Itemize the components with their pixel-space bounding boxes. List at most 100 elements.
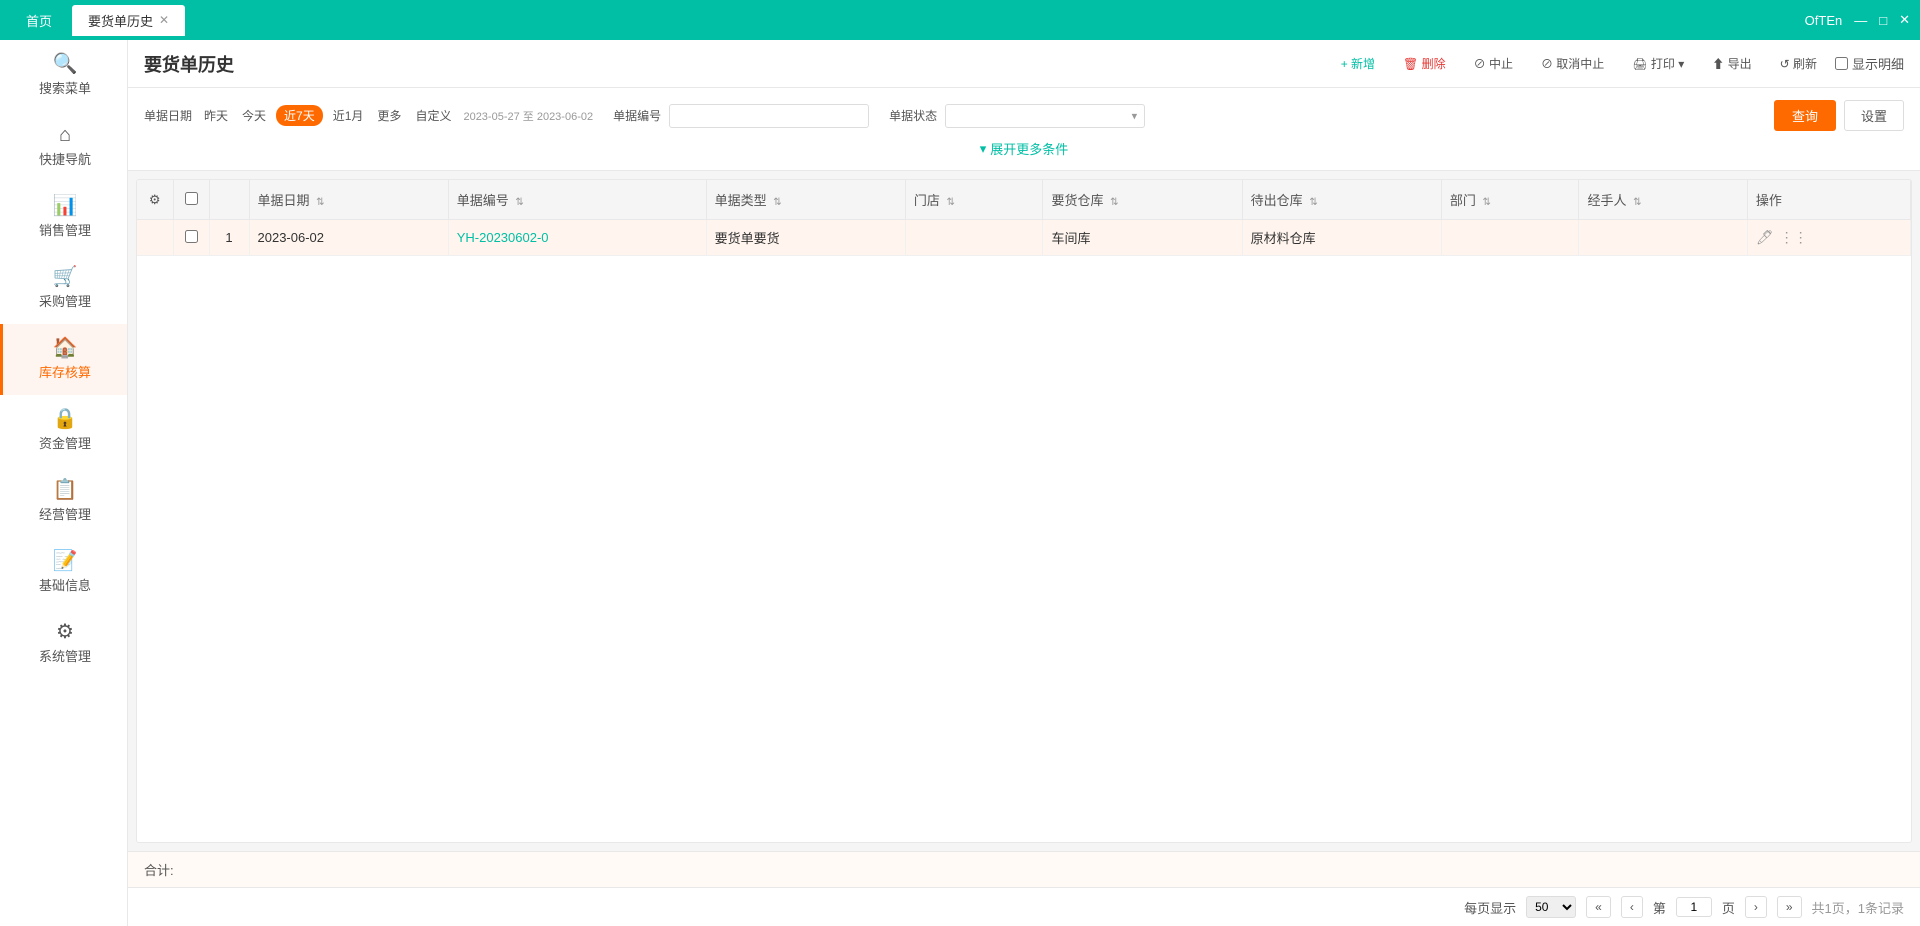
print-button[interactable]: 🖨 打印 ▾: [1622, 50, 1694, 77]
expand-more-label: 展开更多条件: [990, 139, 1068, 158]
tab-order-history[interactable]: 要货单历史 ✕: [72, 5, 185, 36]
header-actions: + 新增 🗑 删除 ⊘ 中止 ⊘ 取消中止 🖨 打印 ▾ ⬆ 导出 ↺ 刷新 显…: [1331, 50, 1904, 77]
tab-home[interactable]: 首页: [10, 5, 68, 36]
sales-mgmt-icon: 📊: [53, 196, 78, 216]
row-order-no: YH-20230602-0: [448, 220, 706, 256]
pagination-bar: 每页显示 10 20 50 100 « ‹ 第 1 页 › » 共1页，1条记录: [128, 887, 1920, 926]
last-page-btn[interactable]: »: [1777, 896, 1802, 918]
sidebar-item-quick-nav[interactable]: ⌂ 快捷导航: [0, 111, 127, 182]
expand-more-btn[interactable]: ▾ 展开更多条件: [144, 139, 1904, 158]
row-edit-icon[interactable]: 🖊: [1756, 229, 1774, 246]
date-opt-custom[interactable]: 自定义: [411, 105, 455, 126]
col-handler[interactable]: 经手人 ⇅: [1579, 180, 1747, 220]
row-more-icon[interactable]: ⋮⋮: [1780, 229, 1808, 246]
sidebar-item-search-menu[interactable]: 🔍 搜索菜单: [0, 40, 127, 111]
page-header: 要货单历史 + 新增 🗑 删除 ⊘ 中止 ⊘ 取消中止 🖨 打印 ▾ ⬆ 导出 …: [128, 40, 1920, 88]
sidebar-item-finance-mgmt[interactable]: 🔒 资金管理: [0, 395, 127, 466]
sidebar-item-sales-mgmt[interactable]: 📊 销售管理: [0, 182, 127, 253]
top-bar: 首页 要货单历史 ✕ OfTEn — □ ✕: [0, 0, 1920, 40]
filter-row-1: 单据日期 昨天 今天 近7天 近1月 更多 自定义 2023-05-27 至 2…: [144, 100, 1904, 131]
sidebar-item-ops-mgmt[interactable]: 📋 经营管理: [0, 466, 127, 537]
col-store-label: 门店: [914, 193, 940, 208]
row-settings: [137, 220, 173, 256]
row-dept: [1441, 220, 1579, 256]
row-num: 1: [209, 220, 249, 256]
date-range-display: 2023-05-27 至 2023-06-02: [463, 108, 593, 124]
display-detail-checkbox[interactable]: [1835, 57, 1848, 70]
col-dept[interactable]: 部门 ⇅: [1441, 180, 1579, 220]
col-req-warehouse[interactable]: 要货仓库 ⇅: [1043, 180, 1242, 220]
col-req-warehouse-label: 要货仓库: [1051, 193, 1103, 208]
date-opt-last1month[interactable]: 近1月: [329, 105, 368, 126]
export-button[interactable]: ⬆ 导出: [1702, 50, 1761, 77]
quick-nav-icon: ⌂: [59, 125, 71, 145]
col-pending-warehouse[interactable]: 待出仓库 ⇅: [1242, 180, 1441, 220]
date-opt-last7days[interactable]: 近7天: [276, 105, 323, 126]
top-bar-right: OfTEn — □ ✕: [1805, 12, 1910, 28]
table-row: 1 2023-06-02 YH-20230602-0 要货单要货 车间库 原材料…: [137, 220, 1911, 256]
row-req-warehouse: 车间库: [1043, 220, 1242, 256]
col-req-warehouse-sort-icon: ⇅: [1110, 197, 1118, 208]
col-date[interactable]: 单据日期 ⇅: [249, 180, 448, 220]
col-order-no[interactable]: 单据编号 ⇅: [448, 180, 706, 220]
refresh-button[interactable]: ↺ 刷新: [1770, 50, 1827, 77]
new-button[interactable]: + 新增: [1331, 50, 1385, 77]
date-opt-today[interactable]: 今天: [238, 105, 270, 126]
order-no-label: 单据编号: [613, 107, 661, 124]
order-no-link[interactable]: YH-20230602-0: [457, 230, 549, 245]
page-size-label: 每页显示: [1464, 898, 1516, 917]
delete-button[interactable]: 🗑 删除: [1393, 50, 1456, 77]
sidebar-item-basic-info[interactable]: 📝 基础信息: [0, 537, 127, 608]
status-label: 单据状态: [889, 107, 937, 124]
sidebar-item-ops-mgmt-label: 经营管理: [39, 504, 91, 523]
sidebar-item-quick-nav-label: 快捷导航: [39, 149, 91, 168]
brand-label: OfTEn: [1805, 13, 1843, 28]
query-button[interactable]: 查询: [1774, 100, 1836, 131]
sidebar: 🔍 搜索菜单 ⌂ 快捷导航 📊 销售管理 🛒 采购管理 🏠 库存核算 🔒 资金管…: [0, 40, 128, 926]
date-opt-more[interactable]: 更多: [373, 105, 405, 126]
sidebar-item-sys-mgmt[interactable]: ⚙ 系统管理: [0, 608, 127, 679]
orders-table: ⚙ 单据日期 ⇅ 单据编号 ⇅: [137, 180, 1911, 256]
maximize-btn[interactable]: □: [1879, 13, 1887, 28]
display-detail-label: 显示明细: [1852, 54, 1904, 73]
col-order-type[interactable]: 单据类型 ⇅: [706, 180, 905, 220]
select-all-checkbox[interactable]: [185, 192, 198, 205]
summary-label: 合计:: [144, 860, 174, 879]
date-opt-yesterday[interactable]: 昨天: [200, 105, 232, 126]
date-filter-group: 单据日期 昨天 今天 近7天 近1月 更多 自定义 2023-05-27 至 2…: [144, 105, 593, 126]
next-page-btn[interactable]: ›: [1745, 896, 1767, 918]
col-store[interactable]: 门店 ⇅: [905, 180, 1043, 220]
sidebar-item-inventory[interactable]: 🏠 库存核算: [0, 324, 127, 395]
cancel-stop-button[interactable]: ⊘ 取消中止: [1531, 50, 1614, 77]
sidebar-item-finance-mgmt-label: 资金管理: [39, 433, 91, 452]
order-no-filter-group: 单据编号: [613, 104, 869, 128]
row-checkbox[interactable]: [185, 230, 198, 243]
basic-info-icon: 📝: [53, 551, 78, 571]
page-number-input[interactable]: 1: [1676, 897, 1712, 917]
stop-button[interactable]: ⊘ 中止: [1464, 50, 1523, 77]
col-settings[interactable]: ⚙: [137, 180, 173, 220]
sidebar-item-basic-info-label: 基础信息: [39, 575, 91, 594]
sidebar-item-purchase-mgmt[interactable]: 🛒 采购管理: [0, 253, 127, 324]
order-no-input[interactable]: [669, 104, 869, 128]
inventory-icon: 🏠: [53, 338, 78, 358]
col-order-type-label: 单据类型: [715, 193, 767, 208]
first-page-btn[interactable]: «: [1586, 896, 1611, 918]
row-date: 2023-06-02: [249, 220, 448, 256]
col-dept-label: 部门: [1450, 193, 1476, 208]
col-pending-warehouse-sort-icon: ⇅: [1309, 197, 1317, 208]
status-select[interactable]: [945, 104, 1145, 128]
page-word-before: 第: [1653, 898, 1666, 917]
status-select-wrapper: [945, 104, 1145, 128]
setting-button[interactable]: 设置: [1844, 100, 1904, 131]
prev-page-btn[interactable]: ‹: [1621, 896, 1643, 918]
page-size-select[interactable]: 10 20 50 100: [1526, 896, 1576, 918]
col-pending-warehouse-label: 待出仓库: [1251, 193, 1303, 208]
close-btn[interactable]: ✕: [1899, 12, 1910, 28]
display-detail-toggle[interactable]: 显示明细: [1835, 54, 1904, 73]
minimize-btn[interactable]: —: [1854, 13, 1867, 28]
finance-mgmt-icon: 🔒: [53, 409, 78, 429]
sys-mgmt-icon: ⚙: [56, 622, 74, 642]
sidebar-item-purchase-mgmt-label: 采购管理: [39, 291, 91, 310]
tab-close-icon[interactable]: ✕: [159, 13, 169, 27]
